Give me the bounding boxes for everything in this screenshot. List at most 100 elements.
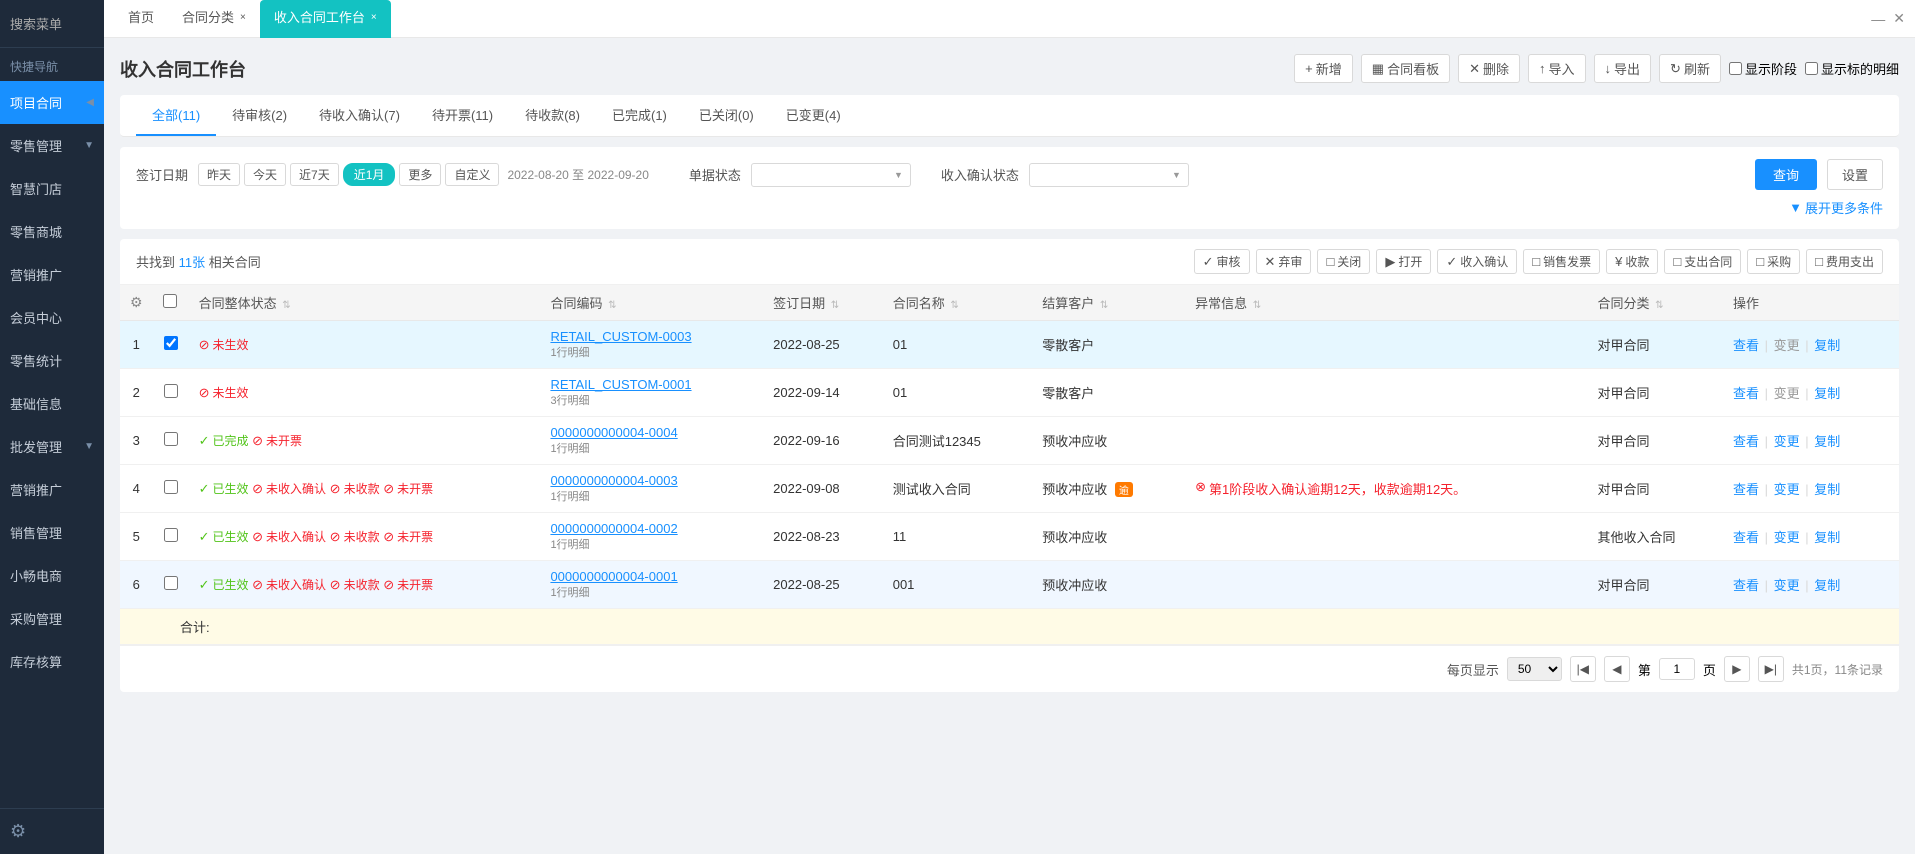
date-btn-last7days[interactable]: 近7天 bbox=[290, 163, 339, 186]
op-view-4[interactable]: 查看 bbox=[1733, 482, 1759, 497]
date-btn-today[interactable]: 今天 bbox=[244, 163, 286, 186]
row-checkbox-6[interactable] bbox=[164, 576, 178, 590]
action-abandon[interactable]: ✕ 弃审 bbox=[1256, 249, 1312, 274]
first-page-btn[interactable]: |◀ bbox=[1570, 656, 1596, 682]
next-page-btn[interactable]: ▶ bbox=[1724, 656, 1750, 682]
op-change-6[interactable]: 变更 bbox=[1774, 578, 1800, 593]
action-fee-out[interactable]: □ 费用支出 bbox=[1806, 249, 1883, 274]
contract-link-4[interactable]: 0000000000004-0003 bbox=[550, 473, 677, 488]
filter-tab-completed[interactable]: 已完成(1) bbox=[596, 95, 683, 136]
filter-tab-pending-payment[interactable]: 待收款(8) bbox=[509, 95, 596, 136]
sort-icon-code[interactable]: ⇅ bbox=[608, 300, 616, 311]
sidebar-item-marketing[interactable]: 营销推广 bbox=[0, 253, 104, 296]
close-tab-contract-category[interactable]: × bbox=[240, 0, 246, 37]
op-copy-3[interactable]: 复制 bbox=[1814, 434, 1840, 449]
action-sales-invoice[interactable]: □ 销售发票 bbox=[1523, 249, 1600, 274]
delete-button[interactable]: ✕ 删除 bbox=[1458, 54, 1520, 83]
sort-icon-status[interactable]: ⇅ bbox=[282, 300, 290, 311]
action-purchase[interactable]: □ 采购 bbox=[1747, 249, 1800, 274]
close-tab-income-workbench[interactable]: × bbox=[371, 0, 377, 37]
sidebar-item-retail[interactable]: 零售管理 ▼ bbox=[0, 124, 104, 167]
current-page-input[interactable] bbox=[1659, 658, 1695, 680]
sidebar-item-basic-info[interactable]: 基础信息 bbox=[0, 382, 104, 425]
sort-icon-customer[interactable]: ⇅ bbox=[1100, 300, 1108, 311]
action-payment[interactable]: ¥ 收款 bbox=[1606, 249, 1658, 274]
sidebar-item-inventory[interactable]: 库存核算 bbox=[0, 640, 104, 683]
sidebar-item-purchase[interactable]: 采购管理 bbox=[0, 597, 104, 640]
op-view-6[interactable]: 查看 bbox=[1733, 578, 1759, 593]
op-change-1[interactable]: 变更 bbox=[1774, 338, 1800, 353]
sidebar-item-sales-mgmt[interactable]: 销售管理 bbox=[0, 511, 104, 554]
sidebar-item-member[interactable]: 会员中心 bbox=[0, 296, 104, 339]
action-close[interactable]: □ 关闭 bbox=[1317, 249, 1370, 274]
sort-icon-name[interactable]: ⇅ bbox=[950, 300, 958, 311]
op-change-4[interactable]: 变更 bbox=[1774, 482, 1800, 497]
op-copy-4[interactable]: 复制 bbox=[1814, 482, 1840, 497]
add-button[interactable]: + 新增 bbox=[1294, 54, 1353, 83]
sidebar-item-retail-mall[interactable]: 零售商城 bbox=[0, 210, 104, 253]
date-btn-yesterday[interactable]: 昨天 bbox=[198, 163, 240, 186]
show-marks-checkbox-label[interactable]: 显示标的明细 bbox=[1805, 59, 1899, 78]
page-size-select[interactable]: 20 50 100 bbox=[1507, 657, 1562, 681]
date-btn-custom[interactable]: 自定义 bbox=[445, 163, 499, 186]
action-income-confirm[interactable]: ✓ 收入确认 bbox=[1437, 249, 1517, 274]
filter-tab-closed[interactable]: 已关闭(0) bbox=[683, 95, 770, 136]
contract-link-2[interactable]: RETAIL_CUSTOM-0001 bbox=[550, 377, 691, 392]
action-review[interactable]: ✓ 审核 bbox=[1194, 249, 1250, 274]
export-button[interactable]: ↓ 导出 bbox=[1594, 54, 1652, 83]
sidebar-item-retail-stats[interactable]: 零售统计 bbox=[0, 339, 104, 382]
row-checkbox-2[interactable] bbox=[164, 384, 178, 398]
row-checkbox-3[interactable] bbox=[164, 432, 178, 446]
sidebar-item-wholesale[interactable]: 批发管理 ▼ bbox=[0, 425, 104, 468]
contract-link-3[interactable]: 0000000000004-0004 bbox=[550, 425, 677, 440]
filter-tab-pending-income-confirm[interactable]: 待收入确认(7) bbox=[303, 95, 416, 136]
op-change-3[interactable]: 变更 bbox=[1774, 434, 1800, 449]
date-btn-more[interactable]: 更多 bbox=[399, 163, 441, 186]
date-btn-last1month[interactable]: 近1月 bbox=[343, 163, 396, 186]
setting-button[interactable]: 设置 bbox=[1827, 159, 1883, 190]
sidebar-item-project[interactable]: 项目合同 ◀ bbox=[0, 81, 104, 124]
filter-tab-all[interactable]: 全部(11) bbox=[136, 95, 216, 136]
sidebar-item-mktg2[interactable]: 营销推广 bbox=[0, 468, 104, 511]
import-button[interactable]: ↑ 导入 bbox=[1528, 54, 1586, 83]
refresh-button[interactable]: ↻ 刷新 bbox=[1659, 54, 1721, 83]
sidebar-item-smart-store[interactable]: 智慧门店 bbox=[0, 167, 104, 210]
sort-icon-category[interactable]: ⇅ bbox=[1655, 300, 1663, 311]
op-change-5[interactable]: 变更 bbox=[1774, 530, 1800, 545]
query-button[interactable]: 查询 bbox=[1755, 159, 1817, 190]
doc-status-select[interactable] bbox=[751, 163, 911, 187]
tab-income-workbench[interactable]: 收入合同工作台 × bbox=[260, 0, 391, 38]
row-checkbox-4[interactable] bbox=[164, 480, 178, 494]
op-view-2[interactable]: 查看 bbox=[1733, 386, 1759, 401]
op-copy-2[interactable]: 复制 bbox=[1814, 386, 1840, 401]
sidebar-search[interactable]: 搜索菜单 bbox=[0, 0, 104, 48]
row-checkbox-1[interactable] bbox=[164, 336, 178, 350]
window-close-icon[interactable]: ✕ bbox=[1893, 10, 1905, 27]
last-page-btn[interactable]: ▶| bbox=[1758, 656, 1784, 682]
tab-home[interactable]: 首页 bbox=[114, 0, 168, 38]
contract-board-button[interactable]: ▦ 合同看板 bbox=[1361, 54, 1450, 83]
income-confirm-select[interactable] bbox=[1029, 163, 1189, 187]
filter-tab-changed[interactable]: 已变更(4) bbox=[770, 95, 857, 136]
window-minimize-icon[interactable]: — bbox=[1871, 11, 1885, 27]
filter-tab-pending-review[interactable]: 待审核(2) bbox=[216, 95, 303, 136]
op-view-1[interactable]: 查看 bbox=[1733, 338, 1759, 353]
op-copy-1[interactable]: 复制 bbox=[1814, 338, 1840, 353]
gear-icon[interactable]: ⚙ bbox=[130, 294, 143, 310]
row-checkbox-5[interactable] bbox=[164, 528, 178, 542]
action-expense-out[interactable]: □ 支出合同 bbox=[1664, 249, 1741, 274]
show-stages-checkbox-label[interactable]: 显示阶段 bbox=[1729, 59, 1797, 78]
expand-more-conditions[interactable]: ▼ 展开更多条件 bbox=[1789, 198, 1883, 217]
action-print[interactable]: ▶ 打开 bbox=[1376, 249, 1431, 274]
sort-icon-error[interactable]: ⇅ bbox=[1253, 300, 1261, 311]
prev-page-btn[interactable]: ◀ bbox=[1604, 656, 1630, 682]
op-view-5[interactable]: 查看 bbox=[1733, 530, 1759, 545]
show-marks-checkbox[interactable] bbox=[1805, 62, 1818, 75]
op-view-3[interactable]: 查看 bbox=[1733, 434, 1759, 449]
filter-tab-pending-invoice[interactable]: 待开票(11) bbox=[416, 95, 509, 136]
show-stages-checkbox[interactable] bbox=[1729, 62, 1742, 75]
sort-icon-sign-date[interactable]: ⇅ bbox=[831, 300, 839, 311]
sidebar-item-xiaochangec[interactable]: 小畅电商 bbox=[0, 554, 104, 597]
contract-link-1[interactable]: RETAIL_CUSTOM-0003 bbox=[550, 329, 691, 344]
select-all-checkbox[interactable] bbox=[163, 294, 177, 308]
